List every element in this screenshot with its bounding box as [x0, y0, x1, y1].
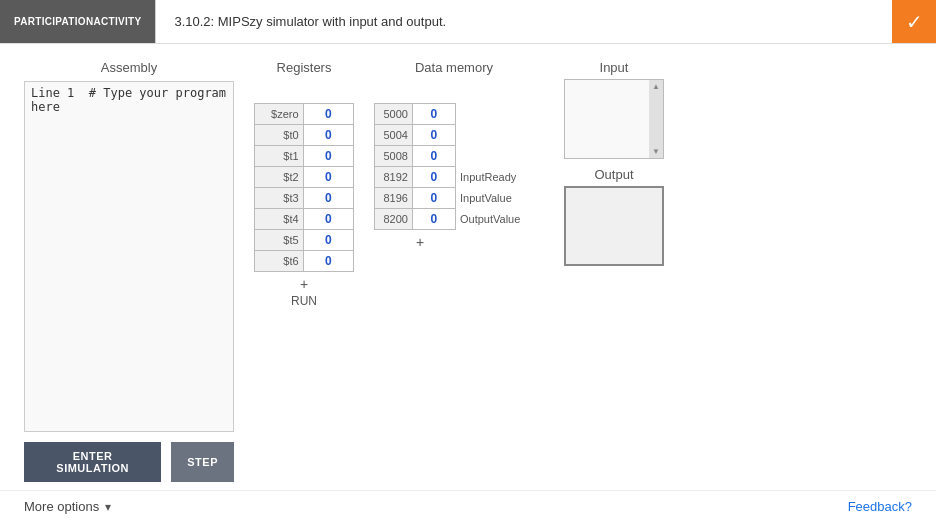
register-value[interactable]: 0 [303, 209, 353, 230]
data-memory-table: 50000500405008081920InputReady81960Input… [374, 103, 534, 230]
label-line1: PARTICIPATION [14, 15, 93, 28]
code-editor[interactable]: Line 1 # Type your program here [24, 81, 234, 432]
io-section: Input ▲ ▼ Output [564, 60, 664, 482]
more-options-button[interactable]: More options ▾ [24, 499, 111, 514]
chevron-down-icon: ▾ [105, 500, 111, 514]
memory-value[interactable]: 0 [412, 209, 455, 230]
input-title: Input [564, 60, 664, 75]
memory-value[interactable]: 0 [412, 104, 455, 125]
run-label[interactable]: RUN [254, 294, 354, 308]
memory-value[interactable]: 0 [412, 188, 455, 209]
check-icon: ✓ [906, 10, 923, 34]
data-memory-section: Data memory 50000500405008081920InputRea… [374, 60, 534, 482]
memory-row: 81920InputReady [375, 167, 534, 188]
memory-label: OutputValue [455, 209, 533, 230]
register-row: $t60 [255, 251, 354, 272]
output-title: Output [564, 167, 664, 182]
input-scrollbar[interactable]: ▲ ▼ [649, 80, 663, 158]
register-name: $t6 [255, 251, 304, 272]
data-memory-title: Data memory [374, 60, 534, 75]
memory-label: InputValue [455, 188, 533, 209]
bottom-bar: More options ▾ Feedback? [0, 490, 936, 522]
register-value[interactable]: 0 [303, 251, 353, 272]
register-row: $t30 [255, 188, 354, 209]
register-name: $t0 [255, 125, 304, 146]
button-row: ENTER SIMULATION STEP [24, 442, 234, 482]
scroll-up-icon[interactable]: ▲ [652, 80, 660, 93]
register-row: $t00 [255, 125, 354, 146]
activity-title: 3.10.2: MIPSzy simulator with input and … [156, 0, 892, 43]
register-value[interactable]: 0 [303, 230, 353, 251]
memory-value[interactable]: 0 [412, 167, 455, 188]
input-area: Input ▲ ▼ [564, 60, 664, 159]
memory-label: InputReady [455, 167, 533, 188]
registers-plus[interactable]: + [254, 276, 354, 292]
memory-label [455, 146, 533, 167]
register-value[interactable]: 0 [303, 104, 353, 125]
registers-section: Registers $zero0$t00$t10$t20$t30$t40$t50… [254, 60, 354, 482]
register-value[interactable]: 0 [303, 167, 353, 188]
step-button[interactable]: STEP [171, 442, 234, 482]
more-options-label: More options [24, 499, 99, 514]
memory-row: 81960InputValue [375, 188, 534, 209]
register-name: $t1 [255, 146, 304, 167]
register-row: $t40 [255, 209, 354, 230]
registers-table: $zero0$t00$t10$t20$t30$t40$t50$t60 [254, 103, 354, 272]
register-name: $t3 [255, 188, 304, 209]
memory-address: 5008 [375, 146, 413, 167]
assembly-section: Assembly Line 1 # Type your program here… [24, 60, 234, 482]
register-row: $t20 [255, 167, 354, 188]
feedback-link[interactable]: Feedback? [848, 499, 912, 514]
registers-title: Registers [254, 60, 354, 75]
memory-address: 8200 [375, 209, 413, 230]
check-button[interactable]: ✓ [892, 0, 936, 43]
scroll-down-icon[interactable]: ▼ [652, 145, 660, 158]
register-row: $t50 [255, 230, 354, 251]
register-value[interactable]: 0 [303, 125, 353, 146]
register-row: $t10 [255, 146, 354, 167]
memory-label [455, 104, 533, 125]
enter-simulation-button[interactable]: ENTER SIMULATION [24, 442, 161, 482]
output-area: Output [564, 167, 664, 266]
memory-address: 8196 [375, 188, 413, 209]
data-memory-plus[interactable]: + [374, 234, 534, 250]
label-line2: ACTIVITY [93, 15, 141, 28]
register-value[interactable]: 0 [303, 146, 353, 167]
register-row: $zero0 [255, 104, 354, 125]
memory-value[interactable]: 0 [412, 125, 455, 146]
memory-address: 5004 [375, 125, 413, 146]
memory-row: 50080 [375, 146, 534, 167]
register-name: $t5 [255, 230, 304, 251]
memory-row: 50000 [375, 104, 534, 125]
memory-row: 82000OutputValue [375, 209, 534, 230]
memory-address: 8192 [375, 167, 413, 188]
register-name: $t4 [255, 209, 304, 230]
register-value[interactable]: 0 [303, 188, 353, 209]
header: PARTICIPATION ACTIVITY 3.10.2: MIPSzy si… [0, 0, 936, 44]
memory-value[interactable]: 0 [412, 146, 455, 167]
register-name: $t2 [255, 167, 304, 188]
register-name: $zero [255, 104, 304, 125]
input-box[interactable]: ▲ ▼ [564, 79, 664, 159]
main-content: Assembly Line 1 # Type your program here… [0, 44, 936, 490]
output-box [564, 186, 664, 266]
memory-address: 5000 [375, 104, 413, 125]
memory-label [455, 125, 533, 146]
assembly-title: Assembly [24, 60, 234, 75]
simulator-area: Assembly Line 1 # Type your program here… [24, 60, 912, 482]
memory-row: 50040 [375, 125, 534, 146]
activity-label: PARTICIPATION ACTIVITY [0, 0, 155, 43]
